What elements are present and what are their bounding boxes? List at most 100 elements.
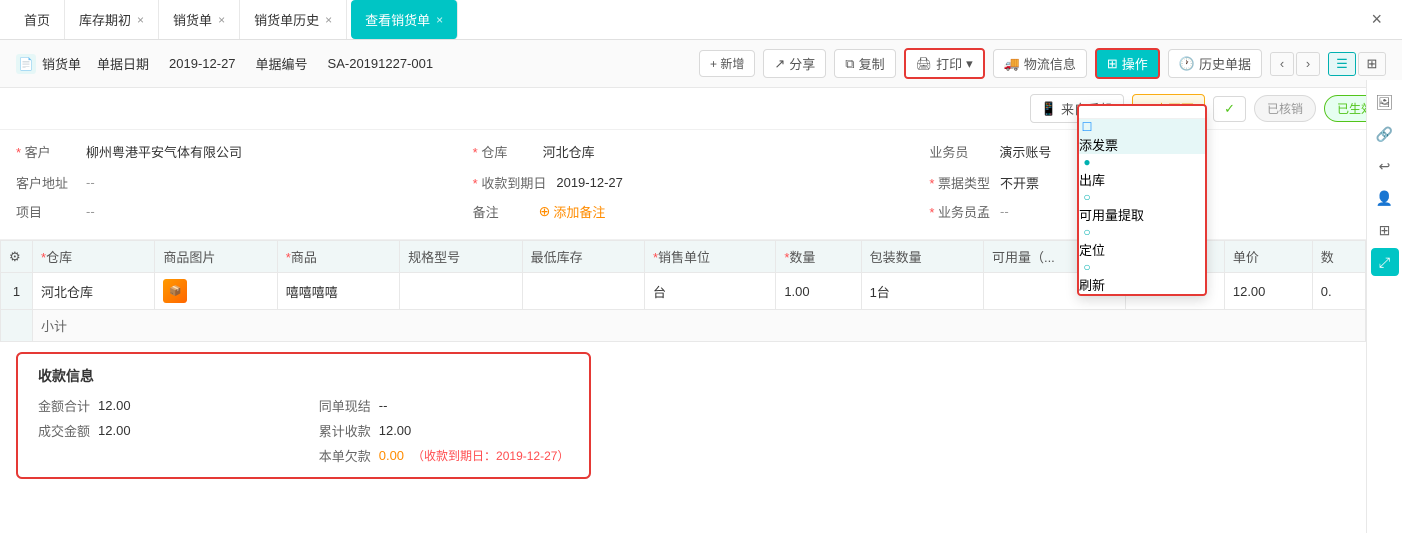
menu-item-outbound[interactable]: ● 出库 <box>1079 154 1205 189</box>
menu-item-refresh[interactable]: ○ 刷新 <box>1079 259 1205 294</box>
list-view-button[interactable]: ☰ <box>1328 52 1356 76</box>
doc-icon: 📄 <box>16 54 36 74</box>
project-label: 项目 <box>16 202 76 221</box>
row-unit: 台 <box>644 273 775 310</box>
cumulative-value: 12.00 <box>379 423 412 438</box>
right-panel: 🖼 🔗 ↩ 👤 ⊞ ⤢ <box>1366 80 1402 533</box>
nav-arrows: ‹ › <box>1270 52 1320 76</box>
right-panel-back-btn[interactable]: ↩ <box>1371 152 1399 180</box>
row-num: 1 <box>1 273 33 310</box>
locate-icon: ○ <box>1079 224 1095 240</box>
due-date-label: 收款到期日 <box>473 173 547 192</box>
warehouse-label: 仓库 <box>473 142 533 161</box>
total-amount-row: 金额合计 12.00 <box>38 396 289 415</box>
menu-item-locate[interactable]: ○ 定位 <box>1079 224 1205 259</box>
plus-icon: ⊕ <box>539 203 551 220</box>
note-field: 备注 ⊕ 添加备注 <box>473 202 930 221</box>
row-price: 12.00 <box>1224 273 1312 310</box>
address-field: 客户地址 -- <box>16 173 473 192</box>
cumulative-label: 累计收款 <box>319 421 371 440</box>
th-unit: *销售单位 <box>644 241 775 273</box>
due-date-note: （收款到期日：2019-12-27） <box>412 447 569 464</box>
invoice-icon: ☐ <box>1079 119 1095 135</box>
right-panel-user-btn[interactable]: 👤 <box>1371 184 1399 212</box>
cumulative-row: 累计收款 12.00 <box>319 421 570 440</box>
tab-inventory[interactable]: 库存期初 × <box>65 0 159 39</box>
th-image: 商品图片 <box>155 241 277 273</box>
number-value: SA-20191227-001 <box>328 56 434 71</box>
doc-meta: 单据日期 2019-12-27 单据编号 SA-20191227-001 <box>97 54 433 73</box>
tab-view-sales[interactable]: 查看销货单 × <box>351 0 458 39</box>
tab-bar: 首页 库存期初 × 销货单 × 销货单历史 × 查看销货单 × × <box>0 0 1402 40</box>
row-spec <box>400 273 522 310</box>
doc-title: 📄 销货单 <box>16 54 81 74</box>
tab-home[interactable]: 首页 <box>10 0 65 39</box>
doc-title-text: 销货单 <box>42 54 81 73</box>
logistics-icon: 🚚 <box>1004 56 1020 72</box>
row-pkg-qty: 1台 <box>861 273 983 310</box>
product-thumbnail: 📦 <box>163 279 187 303</box>
transaction-label: 成交金额 <box>38 421 90 440</box>
total-amount-label: 金额合计 <box>38 396 90 415</box>
due-date-value: 2019-12-27 <box>552 173 632 192</box>
settlement-value: -- <box>379 398 388 413</box>
employee-label: 业务员 <box>929 142 989 161</box>
menu-item-available-qty[interactable]: ○ 可用量提取 <box>1079 189 1205 224</box>
operations-button[interactable]: ⊞ 操作 <box>1095 48 1160 79</box>
doc-header: 📄 销货单 单据日期 2019-12-27 单据编号 SA-20191227-0… <box>0 40 1402 88</box>
logistics-button[interactable]: 🚚 物流信息 <box>993 49 1087 78</box>
next-arrow[interactable]: › <box>1296 52 1320 76</box>
right-panel-link-btn[interactable]: 🔗 <box>1371 120 1399 148</box>
cancelled-status[interactable]: 已核销 <box>1254 95 1316 122</box>
close-tab-inventory[interactable]: × <box>137 13 144 27</box>
ticket-type-label: 票据类型 <box>929 173 990 192</box>
outstanding-row: 本单欠款 0.00 （收款到期日：2019-12-27） <box>319 446 570 465</box>
settlement-row: 同单现结 -- <box>319 396 570 415</box>
employee-value: 演示账号 <box>995 140 1075 163</box>
close-tab-view-sales[interactable]: × <box>436 13 443 27</box>
prev-arrow[interactable]: ‹ <box>1270 52 1294 76</box>
copy-icon: ⧉ <box>845 56 854 72</box>
due-date-field: 收款到期日 2019-12-27 <box>473 173 930 192</box>
tab-sales[interactable]: 销货单 × <box>159 0 240 39</box>
print-dropdown-icon: ▾ <box>966 56 973 72</box>
available-qty-icon: ○ <box>1079 189 1095 205</box>
close-window-button[interactable]: × <box>1361 9 1392 30</box>
customer-label: 客户 <box>16 142 76 161</box>
history-button[interactable]: 🕐 历史单据 <box>1168 49 1262 78</box>
transaction-value: 12.00 <box>98 423 131 438</box>
add-button[interactable]: + 新增 <box>699 50 755 77</box>
grid-view-button[interactable]: ⊞ <box>1358 52 1386 76</box>
number-label: 单据编号 <box>256 54 308 73</box>
th-warehouse: *仓库 <box>33 241 155 273</box>
confirm-button[interactable]: ✓ <box>1213 96 1246 122</box>
add-note-button[interactable]: ⊕ 添加备注 <box>539 202 606 221</box>
tab-sales-history[interactable]: 销货单历史 × <box>240 0 347 39</box>
close-tab-sales[interactable]: × <box>218 13 225 27</box>
print-icon: 🖨 <box>916 56 933 72</box>
bottom-section: 收款信息 金额合计 12.00 同单现结 -- 成交金额 12.00 累计收款 … <box>0 342 1402 489</box>
doc-actions: + 新增 ↗ 分享 ⧉ 复制 🖨 打印 ▾ 🚚 物流信息 ⊞ 操作 <box>699 48 1386 79</box>
right-panel-image-btn[interactable]: 🖼 <box>1371 88 1399 116</box>
outstanding-label: 本单欠款 <box>319 446 371 465</box>
close-tab-sales-history[interactable]: × <box>325 13 332 27</box>
share-button[interactable]: ↗ 分享 <box>763 49 826 78</box>
transaction-row: 成交金额 12.00 <box>38 421 289 440</box>
payment-title: 收款信息 <box>38 366 569 386</box>
phone-icon: 📱 <box>1041 101 1057 117</box>
print-button[interactable]: 🖨 打印 ▾ <box>904 48 985 79</box>
confirm-icon: ✓ <box>1224 101 1235 117</box>
refresh-icon: ○ <box>1079 259 1095 275</box>
right-panel-expand-btn[interactable]: ⤢ <box>1371 248 1399 276</box>
menu-item-invoice[interactable]: ☐ 添发票 <box>1079 119 1205 154</box>
address-value: -- <box>82 173 162 192</box>
copy-button[interactable]: ⧉ 复制 <box>834 49 895 78</box>
dropdown-title-bar <box>1079 106 1205 119</box>
th-min-stock: 最低库存 <box>522 241 644 273</box>
right-panel-grid-btn[interactable]: ⊞ <box>1371 216 1399 244</box>
row-extra: 0. <box>1312 273 1365 310</box>
customer-value: 柳州粤港平安气体有限公司 <box>82 140 246 163</box>
row-min-stock <box>522 273 644 310</box>
customer-field: 客户 柳州粤港平安气体有限公司 <box>16 140 473 163</box>
dropdown-overlay: ☐ 添发票 ● 出库 ○ 可用量提取 ○ 定位 ○ 刷新 <box>1077 104 1207 296</box>
